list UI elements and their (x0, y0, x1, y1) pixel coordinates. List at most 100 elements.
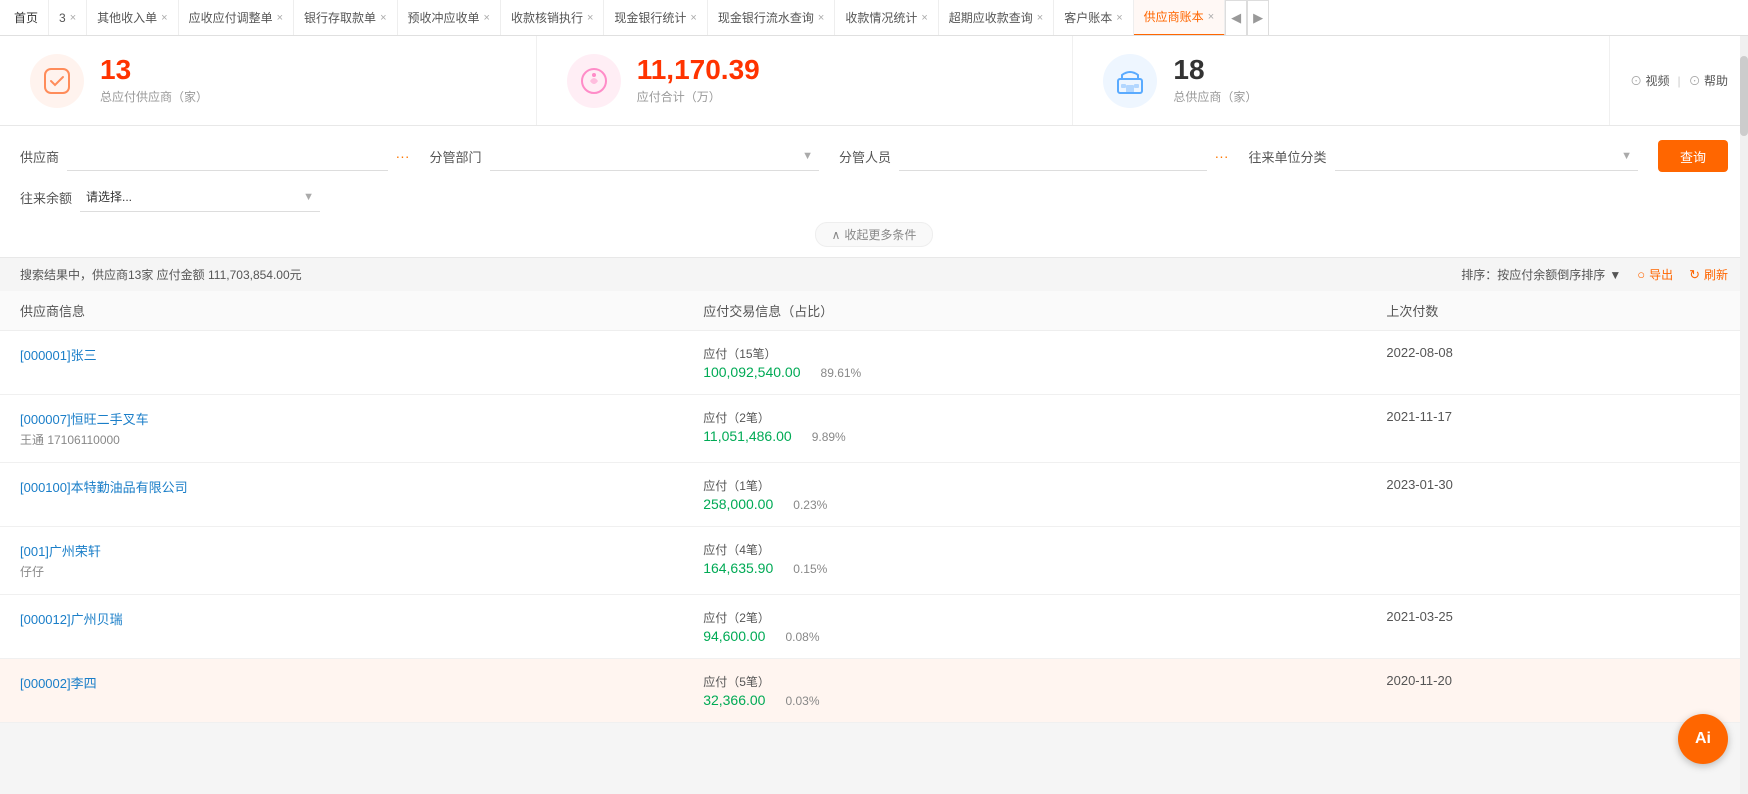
nav-tab-3[interactable]: 3 × (49, 0, 87, 36)
close-icon[interactable]: × (161, 12, 167, 24)
nav-tab-customer-ledger[interactable]: 客户账本 × (1054, 0, 1133, 36)
tx-label: 应付（2笔） (703, 609, 1386, 626)
close-icon[interactable]: × (1208, 11, 1214, 23)
video-link[interactable]: ⊙ 视频 (1630, 72, 1669, 89)
nav-tab-home-label: 首页 (14, 9, 38, 26)
tx-amount[interactable]: 258,000.00 (703, 496, 773, 512)
nav-tab-3-label: 3 (59, 11, 66, 25)
nav-tab-bank-deposit-label: 银行存取款单 (304, 9, 376, 26)
nav-tab-cash-bank-stat[interactable]: 现金银行统计 × (604, 0, 707, 36)
stat-total-payable-amount: 11,170.39 应付合计（万） (537, 36, 1074, 125)
refresh-button[interactable]: ↻ 刷新 (1689, 266, 1728, 283)
nav-tab-home[interactable]: 首页 (4, 0, 49, 36)
result-summary: 搜索结果中，供应商13家 应付金额 111,703,854.00元 (20, 266, 302, 283)
nav-tab-receipt-stat[interactable]: 收款情况统计 × (835, 0, 938, 36)
nav-tab-cash-bank-flow[interactable]: 现金银行流水查询 × (708, 0, 835, 36)
collapse-bar: ∧ 收起更多条件 (20, 222, 1728, 247)
person-input[interactable] (899, 141, 1206, 171)
table-header: 供应商信息 应付交易信息（占比） 上次付数 (0, 291, 1748, 331)
ai-button[interactable]: Ai (1678, 714, 1728, 764)
export-icon: ○ (1637, 267, 1645, 282)
query-button[interactable]: 查询 (1658, 140, 1728, 172)
category-select[interactable]: ▼ (1335, 141, 1638, 171)
chevron-down-icon: ▼ (1621, 150, 1632, 162)
person-label: 分管人员 (839, 147, 891, 166)
dept-label: 分管部门 (430, 147, 482, 166)
nav-tab-other-income[interactable]: 其他收入单 × (87, 0, 178, 36)
supplier-name-link[interactable]: [000002]李四 (20, 676, 97, 691)
help-label: 帮助 (1704, 74, 1728, 88)
supplier-cell: [001]广州荣轩 仔仔 (20, 541, 703, 580)
stat-total-payable-suppliers: 13 总应付供应商（家） (0, 36, 537, 125)
close-icon[interactable]: × (587, 12, 593, 24)
stat-icon-2 (567, 54, 621, 108)
nav-tab-ar-ap-adjust[interactable]: 应收应付调整单 × (179, 0, 294, 36)
last-pay-cell: 2021-11-17 (1386, 409, 1728, 424)
tx-amount[interactable]: 100,092,540.00 (703, 364, 800, 380)
collapse-label: 收起更多条件 (844, 226, 916, 243)
table-row: [001]广州荣轩 仔仔 应付（4笔） 164,635.90 0.15% (0, 527, 1748, 595)
help-link[interactable]: ⊙ 帮助 (1689, 72, 1728, 89)
supplier-dots[interactable]: ··· (396, 148, 410, 164)
last-pay-date: 2021-03-25 (1386, 609, 1453, 624)
tx-amount[interactable]: 94,600.00 (703, 628, 765, 644)
stat-total-suppliers: 18 总供应商（家） (1073, 36, 1610, 125)
close-icon[interactable]: × (921, 12, 927, 24)
tx-amount[interactable]: 164,635.90 (703, 560, 773, 576)
supplier-cell: [000002]李四 (20, 673, 703, 692)
filter-area: 供应商 ··· 分管部门 ▼ 分管人员 ··· 往来单位分类 ▼ 查询 往来 (0, 126, 1748, 258)
supplier-name-link[interactable]: [000001]张三 (20, 348, 97, 363)
close-icon[interactable]: × (690, 12, 696, 24)
nav-tab-other-income-label: 其他收入单 (97, 9, 157, 26)
tx-amount[interactable]: 11,051,486.00 (703, 428, 792, 444)
nav-tab-prepay[interactable]: 预收冲应收单 × (398, 0, 501, 36)
supplier-name-link[interactable]: [001]广州荣轩 (20, 544, 101, 559)
person-dots[interactable]: ··· (1215, 148, 1229, 164)
table-row: [000012]广州贝瑞 应付（2笔） 94,600.00 0.08% 2021… (0, 595, 1748, 659)
stats-bar: 13 总应付供应商（家） 11,170.39 应付合计（万） (0, 36, 1748, 126)
sort-button[interactable]: 排序：按应付余额倒序排序 ▼ (1461, 266, 1621, 283)
nav-tab-overdue-label: 超期应收款查询 (949, 9, 1033, 26)
tx-row: 32,366.00 0.03% (703, 690, 1386, 708)
tx-label: 应付（15笔） (703, 345, 1386, 362)
nav-tab-customer-ledger-label: 客户账本 (1064, 9, 1112, 26)
supplier-input[interactable] (67, 141, 387, 171)
col-supplier-info: 供应商信息 (20, 301, 703, 320)
last-pay-cell: 2021-03-25 (1386, 609, 1728, 624)
nav-tab-supplier-ledger[interactable]: 供应商账本 × (1134, 0, 1225, 36)
scrollbar-track[interactable] (1740, 36, 1748, 794)
close-icon[interactable]: × (1037, 12, 1043, 24)
nav-prev-button[interactable]: ◀ (1225, 0, 1247, 36)
nav-tab-bank-deposit[interactable]: 银行存取款单 × (294, 0, 397, 36)
collapse-button[interactable]: ∧ 收起更多条件 (815, 222, 934, 247)
nav-tab-cash-bank-flow-label: 现金银行流水查询 (718, 9, 814, 26)
nav-tab-receipt[interactable]: 收款核销执行 × (501, 0, 604, 36)
table-row: [000007]恒旺二手叉车 王通 17106110000 应付（2笔） 11,… (0, 395, 1748, 463)
col-tx-info: 应付交易信息（占比） (703, 301, 1386, 320)
close-icon[interactable]: × (484, 12, 490, 24)
close-icon[interactable]: × (818, 12, 824, 24)
close-icon[interactable]: × (277, 12, 283, 24)
supplier-name-link[interactable]: [000007]恒旺二手叉车 (20, 412, 149, 427)
filter-category: 往来单位分类 ▼ (1249, 141, 1639, 171)
dept-select[interactable]: ▼ (490, 141, 819, 171)
last-pay-date: 2020-11-20 (1386, 673, 1452, 688)
nav-next-button[interactable]: ▶ (1247, 0, 1269, 36)
top-nav: 首页 3 × 其他收入单 × 应收应付调整单 × 银行存取款单 × 预收冲应收单… (0, 0, 1748, 36)
result-bar-right: 排序：按应付余额倒序排序 ▼ ○ 导出 ↻ 刷新 (1461, 266, 1728, 283)
nav-tab-cash-bank-stat-label: 现金银行统计 (614, 9, 686, 26)
stat-icon-1 (30, 54, 84, 108)
tx-amount[interactable]: 32,366.00 (703, 692, 765, 708)
close-icon[interactable]: × (380, 12, 386, 24)
supplier-name-link[interactable]: [000012]广州贝瑞 (20, 612, 123, 627)
nav-tab-overdue[interactable]: 超期应收款查询 × (939, 0, 1054, 36)
refresh-icon: ↻ (1689, 267, 1700, 283)
balance-select[interactable]: 请选择... ▼ (80, 182, 320, 212)
close-icon[interactable]: × (70, 12, 76, 24)
export-label: 导出 (1649, 266, 1673, 283)
last-pay-date: 2023-01-30 (1386, 477, 1453, 492)
export-button[interactable]: ○ 导出 (1637, 266, 1673, 283)
supplier-name-link[interactable]: [000100]本特勤油品有限公司 (20, 480, 188, 495)
close-icon[interactable]: × (1116, 12, 1122, 24)
scrollbar-thumb[interactable] (1740, 56, 1748, 136)
